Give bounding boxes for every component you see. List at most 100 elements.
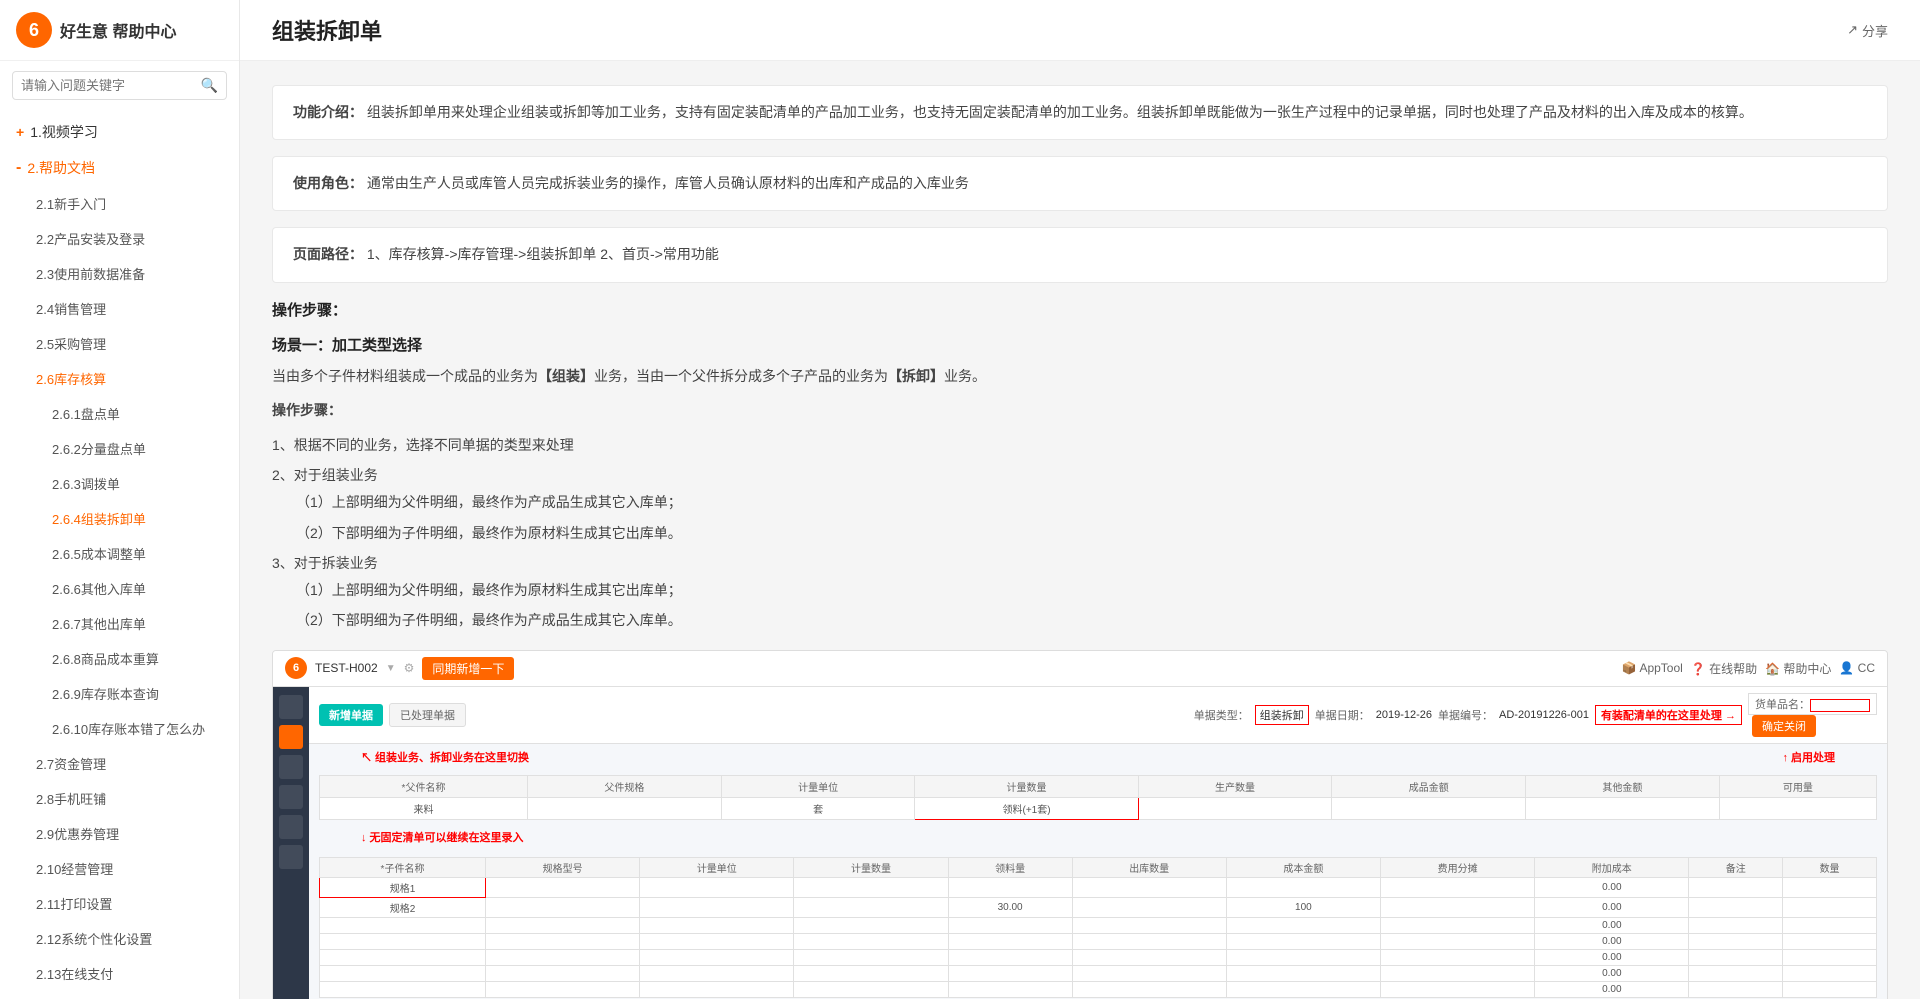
mini-user: 👤 CC — [1839, 661, 1875, 675]
sidebar-item-n2[interactable]: - 2.帮助文档 — [0, 150, 239, 186]
sidebar-item-n2_8[interactable]: 2.8手机旺铺 — [0, 781, 239, 816]
td-spec-1 — [528, 797, 722, 819]
role-text: 通常由生产人员或库管人员完成拆装业务的操作，库管人员确认原材料的出库和产成品的入… — [367, 175, 969, 191]
mini-match-input[interactable] — [1810, 699, 1870, 712]
mini-annotation-row: ↖ 组装业务、拆卸业务在这里切换 ↑ 启用处理 — [309, 744, 1887, 769]
sidebar-item-n2_6_6[interactable]: 2.6.6其他入库单 — [0, 571, 239, 606]
mini-tab-inactive[interactable]: 已处理单据 — [389, 703, 466, 727]
mini-tab-active[interactable]: 新增单据 — [319, 704, 383, 726]
nav-item-label: 2.9优惠券管理 — [36, 824, 119, 843]
th-avail-qty: 可用量 — [1719, 775, 1876, 797]
btd-3-4 — [794, 917, 948, 933]
role-block: 使用角色： 通常由生产人员或库管人员完成拆装业务的操作，库管人员确认原材料的出库… — [272, 156, 1888, 211]
btd-1-6 — [1072, 877, 1226, 897]
mini-bottom-table-section: *子件名称 规格型号 计量单位 计量数量 领料量 出库数量 成本金额 费用分摊 — [309, 847, 1887, 999]
share-label: 分享 — [1862, 21, 1888, 40]
nav-item-label: 2.10经营管理 — [36, 859, 113, 878]
sidebar-item-n1[interactable]: + 1.视频学习 — [0, 114, 239, 150]
mini-app-bar: 6 TEST-H002 ▼ ⚙ 同期新增一下 📦 AppTool ❓ 在线帮助 … — [273, 651, 1887, 687]
mini-dropdown-icon: ▼ — [386, 663, 396, 674]
bth-11: 数量 — [1783, 857, 1877, 877]
mini-icon-home[interactable] — [279, 695, 303, 719]
sidebar-item-n2_13[interactable]: 2.13在线支付 — [0, 956, 239, 991]
nav-item-label: 2.6.6其他入库单 — [52, 579, 146, 598]
btd-2-7: 100 — [1226, 897, 1380, 917]
role-label: 使用角色： — [293, 175, 363, 191]
sidebar-item-n2_6_7[interactable]: 2.6.7其他出库单 — [0, 606, 239, 641]
btd-row-3: 0.00 — [320, 917, 1877, 933]
sidebar-item-n2_10[interactable]: 2.10经营管理 — [0, 851, 239, 886]
sidebar-item-n2_5[interactable]: 2.5采购管理 — [0, 326, 239, 361]
sidebar-item-n2_12[interactable]: 2.12系统个性化设置 — [0, 921, 239, 956]
sidebar-item-n2_6_8[interactable]: 2.6.8商品成本重算 — [0, 641, 239, 676]
bth-2: 规格型号 — [486, 857, 640, 877]
mini-new-btn[interactable]: 同期新增一下 — [422, 657, 514, 680]
btd-1-2 — [486, 877, 640, 897]
sidebar-item-n2_6[interactable]: 2.6库存核算 — [0, 361, 239, 396]
btd-2-10 — [1689, 897, 1783, 917]
search-icon[interactable]: 🔍 — [201, 77, 218, 94]
sidebar-item-n2_6_2[interactable]: 2.6.2分量盘点单 — [0, 431, 239, 466]
sidebar-item-n2_6_3[interactable]: 2.6.3调拨单 — [0, 466, 239, 501]
mini-type-value: 组装拆卸 — [1255, 705, 1309, 725]
sidebar-item-n2_3[interactable]: 2.3使用前数据准备 — [0, 256, 239, 291]
mini-no-label: 单据编号： — [1438, 707, 1493, 723]
btd-6-9: 0.00 — [1535, 965, 1689, 981]
sidebar-item-n2_9[interactable]: 2.9优惠券管理 — [0, 816, 239, 851]
nav-item-label: 2.6.5成本调整单 — [52, 544, 146, 563]
mini-icon-user[interactable] — [279, 815, 303, 839]
bth-7: 成本金额 — [1226, 857, 1380, 877]
th-other-amt: 其他金额 — [1526, 775, 1720, 797]
sidebar-item-n2_4[interactable]: 2.4销售管理 — [0, 291, 239, 326]
mini-tab-bar: 新增单据 已处理单据 单据类型： 组装拆卸 单据日期： 2019-12-26 单… — [309, 687, 1887, 744]
btd-row-1: 规格1 0.00 — [320, 877, 1877, 897]
bth-3: 计量单位 — [640, 857, 794, 877]
sidebar-item-n2_6_4[interactable]: 2.6.4组装拆卸单 — [0, 501, 239, 536]
search-box[interactable]: 🔍 — [12, 71, 227, 100]
sidebar-item-n2_11[interactable]: 2.11打印设置 — [0, 886, 239, 921]
nav-item-label: 2.13在线支付 — [36, 964, 113, 983]
nav-item-label: 1.视频学习 — [30, 122, 98, 142]
sidebar-nav: + 1.视频学习- 2.帮助文档2.1新手入门2.2产品安装及登录2.3使用前数… — [0, 110, 239, 999]
anno5-container: ↓ 无固定清单可以继续在这里录入 — [309, 826, 1887, 847]
sidebar-item-n2_6_10[interactable]: 2.6.10库存账本错了怎么办 — [0, 711, 239, 746]
bth-6: 出库数量 — [1072, 857, 1226, 877]
mini-app-tool: 📦 AppTool — [1622, 661, 1683, 675]
func-intro-label: 功能介绍： — [293, 104, 363, 120]
sidebar-item-n2_1[interactable]: 2.1新手入门 — [0, 186, 239, 221]
top-table-header: *父件名称 父件规格 计量单位 计量数量 生产数量 成品金额 其他金额 可用量 — [320, 775, 1877, 797]
sidebar-item-n2_6_5[interactable]: 2.6.5成本调整单 — [0, 536, 239, 571]
sidebar-item-n2_2[interactable]: 2.2产品安装及登录 — [0, 221, 239, 256]
sidebar-item-n2_6_1[interactable]: 2.6.1盘点单 — [0, 396, 239, 431]
plus-icon: + — [16, 124, 24, 140]
search-input[interactable] — [21, 78, 201, 93]
td-unit-1: 套 — [721, 797, 915, 819]
sidebar-item-n2_14[interactable]: 2.14常见问题 — [0, 991, 239, 999]
ops-title: 操作步骤： — [272, 299, 1888, 320]
mini-date-label: 单据日期： — [1315, 707, 1370, 723]
mini-icon-settings[interactable] — [279, 785, 303, 809]
btd-3-1 — [320, 917, 486, 933]
td-pamt-1 — [1332, 797, 1526, 819]
btd-1-8 — [1381, 877, 1535, 897]
btd-5-9: 0.00 — [1535, 949, 1689, 965]
mini-icon-chart[interactable] — [279, 755, 303, 779]
path-block: 页面路径： 1、库存核算->库存管理->组装拆卸单 2、首页->常用功能 — [272, 227, 1888, 282]
btd-3-6 — [1072, 917, 1226, 933]
mini-icon-doc[interactable] — [279, 725, 303, 749]
bth-1: *子件名称 — [320, 857, 486, 877]
td-qty-1: 领料(+1套) — [915, 797, 1138, 819]
btd-3-11 — [1783, 917, 1877, 933]
step-2: 2、对于组装业务 （1）上部明细为父件明细，最终作为产成品生成其它入库单； （2… — [272, 462, 1888, 546]
share-button[interactable]: ↗ 分享 — [1847, 21, 1888, 40]
btd-1-1: 规格1 — [320, 877, 486, 897]
btd-1-10 — [1689, 877, 1783, 897]
logo-icon: 6 — [16, 12, 52, 48]
mini-icon-help[interactable] — [279, 845, 303, 869]
th-prod-amt: 成品金额 — [1332, 775, 1526, 797]
sidebar-item-n2_7[interactable]: 2.7资金管理 — [0, 746, 239, 781]
btd-row-2: 规格2 30.00 100 0.00 — [320, 897, 1877, 917]
sidebar-item-n2_6_9[interactable]: 2.6.9库存账本查询 — [0, 676, 239, 711]
mini-confirm-btn[interactable]: 确定关闭 — [1752, 715, 1816, 737]
ops-block: 操作步骤： 场景一：加工类型选择 当由多个子件材料组装成一个成品的业务为【组装】… — [272, 299, 1888, 999]
